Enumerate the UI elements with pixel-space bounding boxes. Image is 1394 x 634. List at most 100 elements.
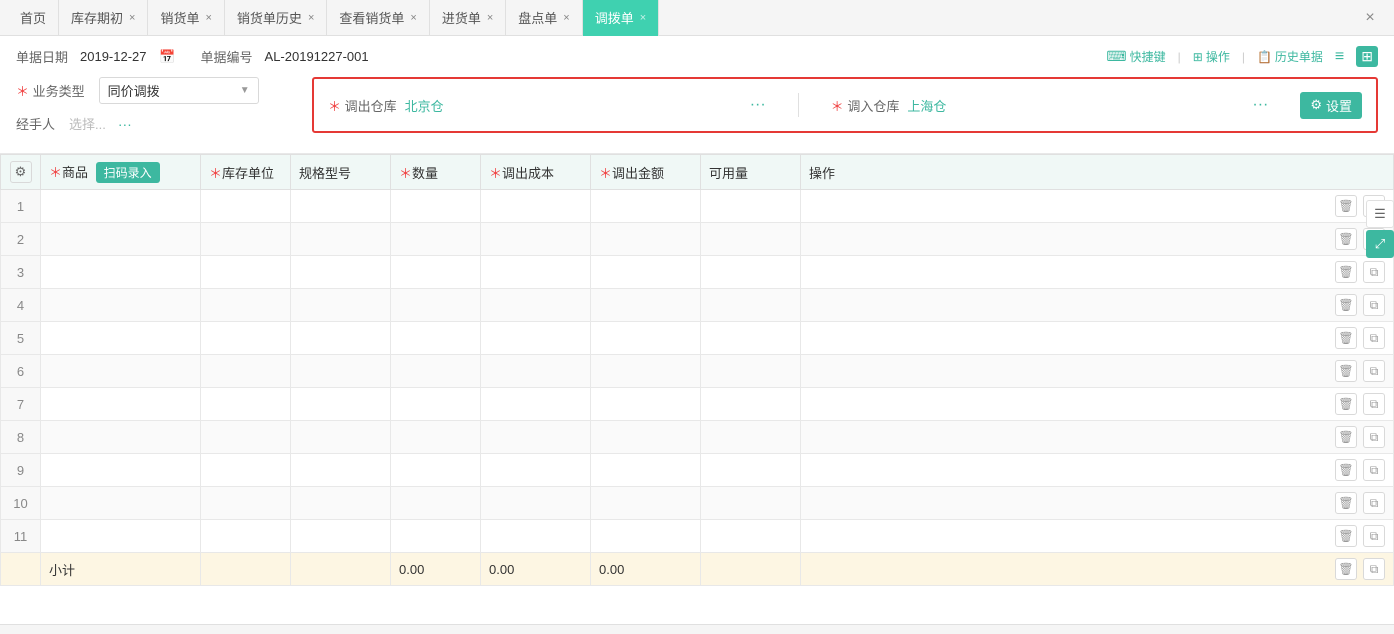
tab-sales-history[interactable]: 销货单历史 × (225, 0, 327, 36)
delete-row-icon[interactable]: 🗑 (1335, 393, 1357, 415)
row-qty[interactable] (391, 454, 481, 487)
row-qty[interactable] (391, 355, 481, 388)
row-amount[interactable] (591, 223, 701, 256)
row-qty[interactable] (391, 487, 481, 520)
row-qty[interactable] (391, 190, 481, 223)
tab-inventory-init[interactable]: 库存期初 × (59, 0, 148, 36)
row-cost[interactable] (481, 355, 591, 388)
row-product[interactable] (41, 487, 201, 520)
biz-type-select[interactable]: 同价调拨 ▼ (99, 77, 259, 104)
row-cost[interactable] (481, 487, 591, 520)
delete-row-icon[interactable]: 🗑 (1335, 459, 1357, 481)
copy-row-icon[interactable]: ⧉ (1363, 426, 1385, 448)
copy-row-icon[interactable]: ⧉ (1363, 393, 1385, 415)
row-unit[interactable] (201, 454, 291, 487)
tab-view-sales[interactable]: 查看销货单 × (327, 0, 429, 36)
row-product[interactable] (41, 520, 201, 553)
row-amount[interactable] (591, 388, 701, 421)
subtotal-copy-icon[interactable]: ⧉ (1363, 558, 1385, 580)
delete-row-icon[interactable]: 🗑 (1335, 426, 1357, 448)
shortcuts-button[interactable]: ⌨ 快捷键 (1106, 48, 1165, 65)
sidebar-list-icon-btn[interactable]: ☰ (1366, 200, 1394, 228)
row-amount[interactable] (591, 421, 701, 454)
tab-sales-order-close[interactable]: × (205, 12, 211, 24)
row-amount[interactable] (591, 322, 701, 355)
row-spec[interactable] (291, 289, 391, 322)
row-spec[interactable] (291, 421, 391, 454)
row-qty[interactable] (391, 520, 481, 553)
row-spec[interactable] (291, 223, 391, 256)
horizontal-scrollbar[interactable] (0, 624, 1394, 634)
row-cost[interactable] (481, 289, 591, 322)
transfer-in-more[interactable]: ··· (1252, 96, 1268, 114)
delete-row-icon[interactable]: 🗑 (1335, 195, 1357, 217)
row-cost[interactable] (481, 190, 591, 223)
tab-home[interactable]: 首页 (8, 0, 59, 36)
delete-row-icon[interactable]: 🗑 (1335, 261, 1357, 283)
copy-row-icon[interactable]: ⧉ (1363, 294, 1385, 316)
row-unit[interactable] (201, 256, 291, 289)
operations-button[interactable]: ⊞ 操作 (1193, 48, 1230, 65)
tab-sales-history-close[interactable]: × (308, 12, 314, 24)
tab-purchase-order[interactable]: 进货单 × (430, 0, 506, 36)
subtotal-delete-icon[interactable]: 🗑 (1335, 558, 1357, 580)
scan-button[interactable]: 扫码录入 (96, 162, 160, 183)
row-qty[interactable] (391, 256, 481, 289)
row-amount[interactable] (591, 454, 701, 487)
tab-purchase-order-close[interactable]: × (487, 12, 493, 24)
sidebar-expand-icon-btn[interactable]: ⤢ (1366, 230, 1394, 258)
row-cost[interactable] (481, 322, 591, 355)
row-amount[interactable] (591, 520, 701, 553)
row-product[interactable] (41, 388, 201, 421)
row-product[interactable] (41, 256, 201, 289)
row-spec[interactable] (291, 520, 391, 553)
row-unit[interactable] (201, 388, 291, 421)
row-cost[interactable] (481, 454, 591, 487)
row-product[interactable] (41, 421, 201, 454)
row-qty[interactable] (391, 223, 481, 256)
row-spec[interactable] (291, 487, 391, 520)
row-amount[interactable] (591, 289, 701, 322)
row-product[interactable] (41, 190, 201, 223)
copy-row-icon[interactable]: ⧉ (1363, 360, 1385, 382)
row-unit[interactable] (201, 289, 291, 322)
row-qty[interactable] (391, 289, 481, 322)
copy-row-icon[interactable]: ⧉ (1363, 492, 1385, 514)
row-amount[interactable] (591, 190, 701, 223)
row-cost[interactable] (481, 421, 591, 454)
tab-view-sales-close[interactable]: × (410, 12, 416, 24)
grid-layout-icon-btn[interactable]: ⊞ (1356, 46, 1378, 67)
row-cost[interactable] (481, 520, 591, 553)
row-unit[interactable] (201, 355, 291, 388)
settings-button[interactable]: ⚙ 设置 (1300, 92, 1362, 119)
row-amount[interactable] (591, 256, 701, 289)
tab-inventory-init-close[interactable]: × (129, 12, 135, 24)
row-cost[interactable] (481, 223, 591, 256)
row-unit[interactable] (201, 487, 291, 520)
row-spec[interactable] (291, 454, 391, 487)
delete-row-icon[interactable]: 🗑 (1335, 360, 1357, 382)
tab-transfer-close[interactable]: × (640, 12, 646, 24)
delete-row-icon[interactable]: 🗑 (1335, 294, 1357, 316)
delete-row-icon[interactable]: 🗑 (1335, 525, 1357, 547)
row-product[interactable] (41, 223, 201, 256)
person-input[interactable]: 选择... (69, 114, 106, 133)
row-spec[interactable] (291, 256, 391, 289)
layout-icon-btn[interactable]: ≡ (1335, 48, 1344, 66)
delete-row-icon[interactable]: 🗑 (1335, 327, 1357, 349)
history-button[interactable]: 📋 历史单据 (1257, 48, 1323, 65)
copy-row-icon[interactable]: ⧉ (1363, 525, 1385, 547)
row-cost[interactable] (481, 388, 591, 421)
tab-inventory-check[interactable]: 盘点单 × (506, 0, 582, 36)
row-product[interactable] (41, 454, 201, 487)
delete-row-icon[interactable]: 🗑 (1335, 492, 1357, 514)
row-cost[interactable] (481, 256, 591, 289)
row-qty[interactable] (391, 421, 481, 454)
calendar-icon[interactable]: 📅 (159, 48, 177, 66)
row-amount[interactable] (591, 487, 701, 520)
copy-row-icon[interactable]: ⧉ (1363, 261, 1385, 283)
person-more-icon[interactable]: ··· (118, 116, 132, 132)
row-unit[interactable] (201, 421, 291, 454)
window-close-button[interactable]: × (1354, 2, 1386, 34)
row-qty[interactable] (391, 388, 481, 421)
